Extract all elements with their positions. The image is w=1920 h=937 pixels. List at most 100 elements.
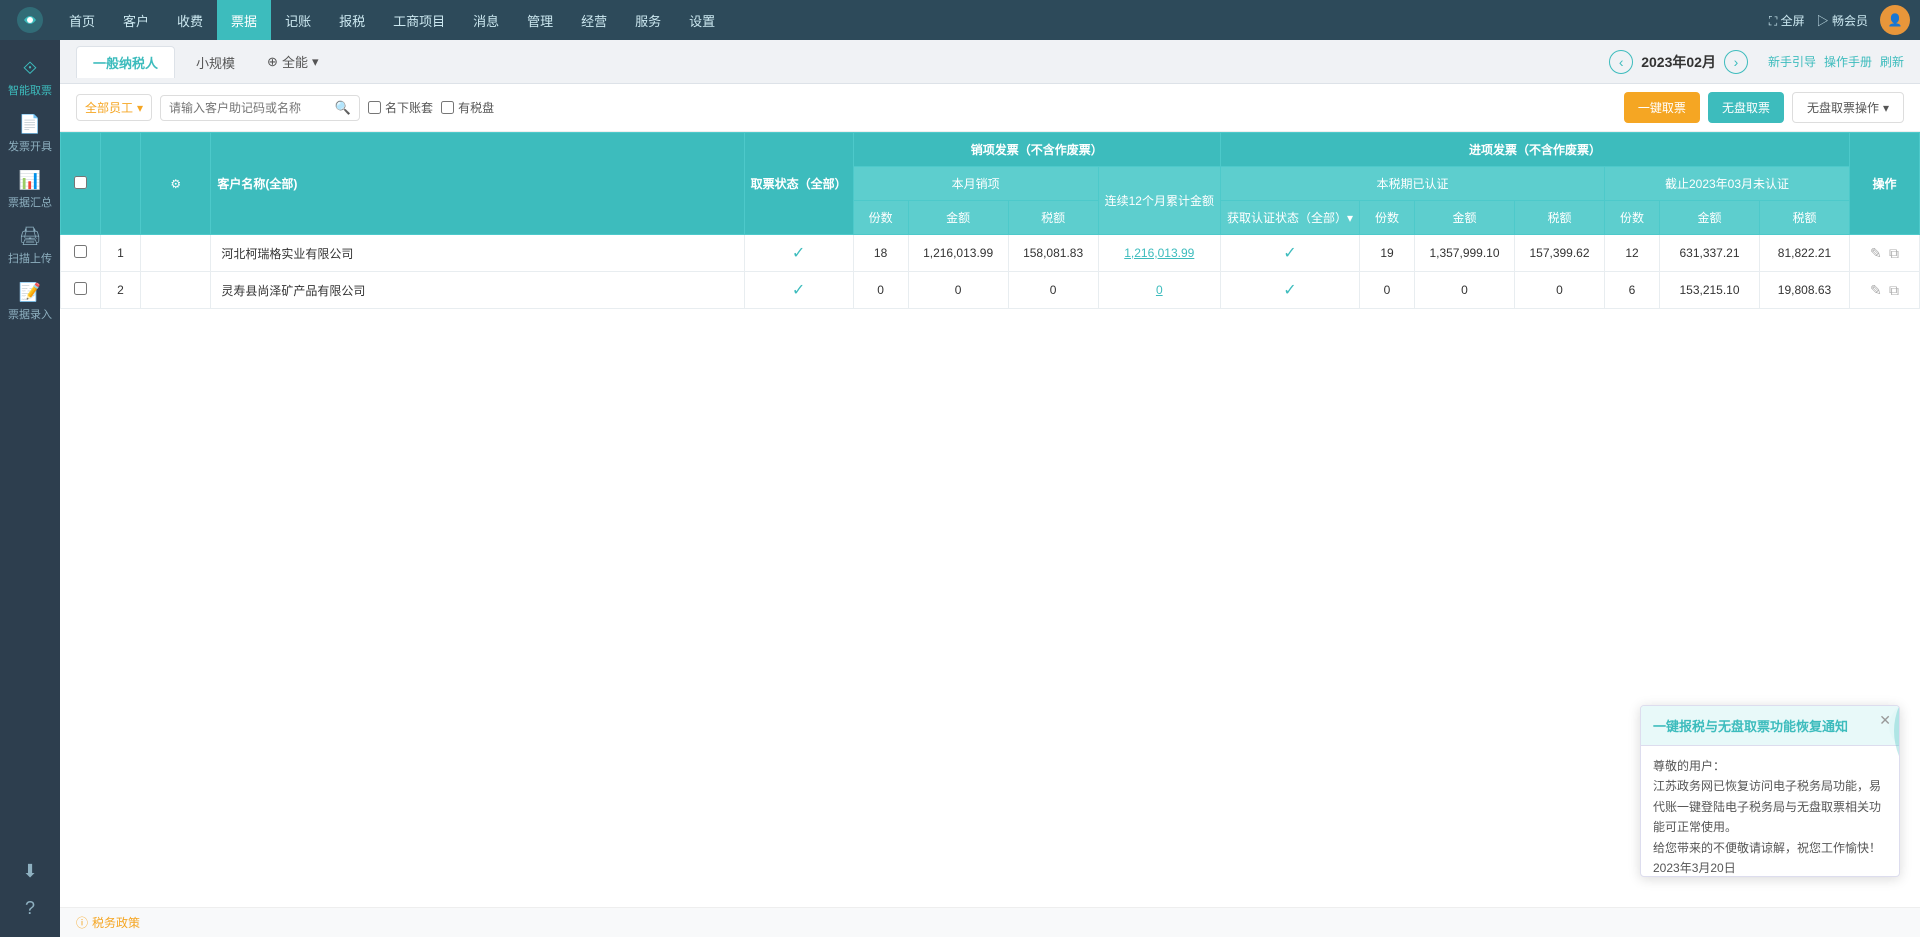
row-uncert-count: 12 (1605, 235, 1660, 272)
nav-message[interactable]: 消息 (459, 0, 513, 40)
one-key-ticket-btn[interactable]: 一键取票 (1624, 92, 1700, 123)
row-uncert-tax: 19,808.63 (1760, 272, 1850, 309)
th-no (101, 133, 141, 235)
row-checkbox-1[interactable] (74, 282, 87, 295)
left-sidebar: ⟐ 智能取票 📄 发票开具 📊 票据汇总 🖨 扫描上传 📝 票据录入 ⬇ ? (0, 40, 60, 937)
nav-business[interactable]: 工商项目 (379, 0, 459, 40)
th-customer-name: 客户名称(全部) (211, 133, 744, 235)
invoice-entry-icon: 📝 (19, 282, 41, 303)
no-disk-ticket-btn[interactable]: 无盘取票 (1708, 92, 1784, 123)
sidebar-item-smart-ticket[interactable]: ⟐ 智能取票 (0, 50, 60, 106)
tax-disk-checkbox[interactable] (441, 101, 454, 114)
row-config (141, 235, 211, 272)
nav-manage[interactable]: 管理 (513, 0, 567, 40)
row-purchase-cert-count: 19 (1360, 235, 1415, 272)
sidebar-item-help[interactable]: ? (0, 890, 60, 927)
row-sales-count: 0 (853, 272, 908, 309)
nav-settings[interactable]: 设置 (675, 0, 729, 40)
table-row: 1 河北柯瑞格实业有限公司 ✓ 18 1,216,013.99 158,081.… (61, 235, 1920, 272)
tab-general-taxpayer[interactable]: 一般纳税人 (76, 46, 175, 78)
row-cert-status: ✓ (1220, 272, 1359, 309)
row-customer-name: 灵寿县尚泽矿产品有限公司 (211, 272, 744, 309)
download-icon: ⬇ (22, 861, 37, 882)
nav-operation[interactable]: 经营 (567, 0, 621, 40)
popup-scroll[interactable]: 尊敬的用户： 江苏政务网已恢复访问电子税务局功能，易代账一键登陆电子税务局与无盘… (1641, 746, 1899, 876)
copy-icon[interactable]: ⧉ (1889, 282, 1899, 298)
edit-icon[interactable]: ✎ (1870, 282, 1882, 298)
nav-tax[interactable]: 报税 (325, 0, 379, 40)
tab-all[interactable]: ⊕ 全能 ▾ (256, 47, 329, 76)
row-uncert-amount: 153,215.10 (1660, 272, 1760, 309)
toolbar: 全部员工 ▾ 🔍 名下账套 有税盘 一键取票 无盘取票 无盘取票操作 ▾ (60, 84, 1920, 132)
row-no: 2 (101, 272, 141, 309)
period-next-btn[interactable]: › (1724, 50, 1748, 74)
sidebar-item-invoice-summary[interactable]: 📊 票据汇总 (0, 162, 60, 218)
row-actions: ✎ ⧉ (1850, 272, 1920, 309)
fullscreen-btn[interactable]: ⛶ 全屏 (1769, 12, 1805, 29)
new-guide-btn[interactable]: 新手引导 (1768, 53, 1816, 70)
nav-fee[interactable]: 收费 (163, 0, 217, 40)
th-purchase-cert-amount: 金额 (1415, 201, 1515, 235)
no-disk-ops-btn[interactable]: 无盘取票操作 ▾ (1792, 92, 1904, 123)
th-purchase-group: 进项发票（不含作废票） (1220, 133, 1849, 167)
vip-btn[interactable]: ▷ 畅会员 (1817, 12, 1868, 29)
checkbox-tax-disk[interactable]: 有税盘 (441, 99, 494, 116)
select-all-checkbox[interactable] (74, 176, 87, 189)
employee-filter-label: 全部员工 (85, 99, 133, 116)
refresh-btn[interactable]: 刷新 (1880, 53, 1904, 70)
tab-bar: 一般纳税人 小规模 ⊕ 全能 ▾ ‹ 2023年02月 › 新手引导 操作手册 … (60, 40, 1920, 84)
row-config (141, 272, 211, 309)
sidebar-bottom: ⬇ ? (0, 853, 60, 937)
period-nav: ‹ 2023年02月 › (1609, 50, 1748, 74)
tab-small-scale[interactable]: 小规模 (179, 46, 252, 78)
tax-policy-link[interactable]: 税务政策 (92, 914, 140, 931)
employee-filter-chevron: ▾ (137, 101, 143, 115)
invoice-summary-icon: 📊 (19, 170, 41, 191)
nav-home[interactable]: 首页 (55, 0, 109, 40)
row-purchase-cert-tax: 0 (1515, 272, 1605, 309)
row-cum12: 0 (1098, 272, 1220, 309)
row-purchase-cert-amount: 0 (1415, 272, 1515, 309)
row-checkbox-cell (61, 235, 101, 272)
manual-btn[interactable]: 操作手册 (1824, 53, 1872, 70)
cert-status-icon: ✓ (1283, 282, 1296, 299)
th-month-sales: 本月销项 (853, 167, 1098, 201)
th-cert-status: 获取认证状态（全部）▾ (1220, 201, 1359, 235)
row-actions: ✎ ⧉ (1850, 235, 1920, 272)
sidebar-item-invoice-open[interactable]: 📄 发票开具 (0, 106, 60, 162)
all-tab-icon: ⊕ (267, 54, 278, 70)
employee-filter[interactable]: 全部员工 ▾ (76, 94, 152, 121)
row-checkbox-0[interactable] (74, 245, 87, 258)
nav-customer[interactable]: 客户 (109, 0, 163, 40)
sidebar-item-invoice-entry[interactable]: 📝 票据录入 (0, 274, 60, 330)
row-checkbox-cell (61, 272, 101, 309)
tax-policy-icon: ⓘ (76, 914, 88, 931)
th-purchase-cert-tax: 税额 (1515, 201, 1605, 235)
row-purchase-cert-count: 0 (1360, 272, 1415, 309)
sidebar-item-scan-upload[interactable]: 🖨 扫描上传 (0, 218, 60, 274)
cum12-link[interactable]: 0 (1156, 283, 1163, 297)
copy-icon[interactable]: ⧉ (1889, 245, 1899, 261)
nav-ticket[interactable]: 票据 (217, 0, 271, 40)
table-body: 1 河北柯瑞格实业有限公司 ✓ 18 1,216,013.99 158,081.… (61, 235, 1920, 309)
sidebar-item-download[interactable]: ⬇ (0, 853, 60, 890)
checkbox-subledger[interactable]: 名下账套 (368, 99, 433, 116)
row-no: 1 (101, 235, 141, 272)
popup-close-btn[interactable]: ✕ (1879, 712, 1891, 729)
nav-account[interactable]: 记账 (271, 0, 325, 40)
row-uncert-count: 6 (1605, 272, 1660, 309)
edit-icon[interactable]: ✎ (1870, 245, 1882, 261)
period-prev-btn[interactable]: ‹ (1609, 50, 1633, 74)
popup-header: 一键报税与无盘取票功能恢复通知 (1641, 706, 1899, 746)
th-checkbox (61, 133, 101, 235)
user-avatar[interactable]: 👤 (1880, 5, 1910, 35)
subledger-checkbox[interactable] (368, 101, 381, 114)
nav-menu: 首页 客户 收费 票据 记账 报税 工商项目 消息 管理 经营 服务 设置 (55, 0, 1769, 40)
row-purchase-cert-amount: 1,357,999.10 (1415, 235, 1515, 272)
search-input[interactable] (169, 101, 335, 115)
cum12-link[interactable]: 1,216,013.99 (1124, 246, 1194, 260)
pick-status-icon: ✓ (792, 282, 805, 299)
nav-service[interactable]: 服务 (621, 0, 675, 40)
search-icon[interactable]: 🔍 (335, 100, 351, 116)
row-pick-status: ✓ (744, 272, 853, 309)
